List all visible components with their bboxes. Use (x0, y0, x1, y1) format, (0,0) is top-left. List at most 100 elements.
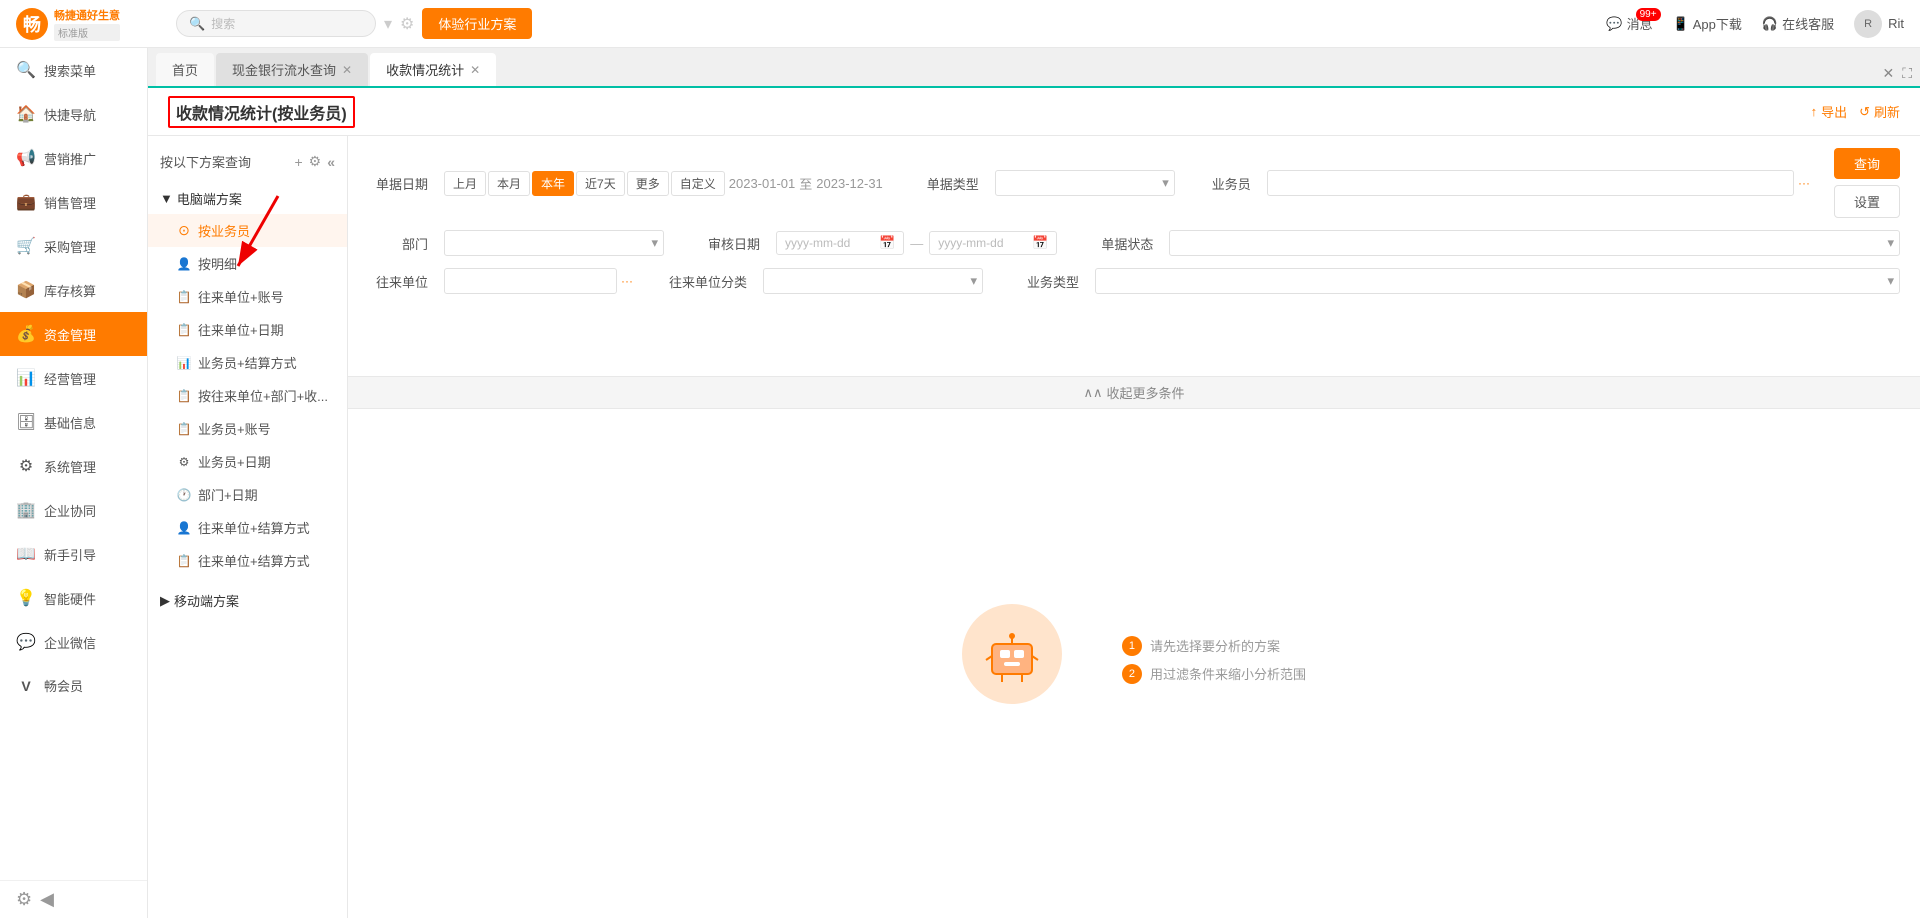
sidebar-item-wechat[interactable]: 💬 企业微信 (0, 620, 147, 664)
tab-receipt-stat[interactable]: 收款情况统计 ✕ (370, 53, 496, 86)
scheme-add-btn[interactable]: + (294, 154, 302, 170)
filter-row-1: 单据日期 上月 本月 本年 近7天 更多 自定义 2023- (368, 148, 1900, 218)
scheme-item-salesman-account[interactable]: 📋 业务员+账号 (148, 412, 347, 445)
scheme-group-pc-title[interactable]: ▼ 电脑端方案 (148, 183, 347, 214)
salesman-icon: ⊙ (176, 223, 192, 239)
set-button[interactable]: 设置 (1834, 185, 1900, 218)
search-icon: 🔍 (189, 16, 205, 32)
sidebar-item-label: 基础信息 (44, 413, 96, 432)
biz-type-select[interactable] (1095, 268, 1900, 294)
app-download-button[interactable]: 📱 App下载 (1673, 14, 1742, 33)
scheme-item-salesman-date[interactable]: ⚙ 业务员+日期 (148, 445, 347, 478)
date-label: 单据日期 (368, 174, 428, 193)
date-start: 2023-01-01 (729, 176, 796, 191)
scheme-group-mobile-title[interactable]: ▶ 移动端方案 (148, 585, 347, 616)
finance-icon: 💰 (16, 324, 36, 344)
bill-type-select[interactable] (995, 170, 1175, 196)
query-button[interactable]: 查询 (1834, 148, 1900, 179)
sidebar-item-search-menu[interactable]: 🔍 搜索菜单 (0, 48, 147, 92)
sidebar-item-quick-nav[interactable]: 🏠 快捷导航 (0, 92, 147, 136)
sidebar-item-inventory[interactable]: 📦 库存核算 (0, 268, 147, 312)
sidebar-settings-btn[interactable]: ⚙ (16, 889, 32, 910)
counterpart-input[interactable] (444, 268, 617, 294)
scheme-collapse-btn[interactable]: « (327, 154, 335, 170)
scheme-item-by-salesman[interactable]: ⊙ 按业务员 (148, 214, 347, 247)
date-tab-this-year[interactable]: 本年 (532, 171, 574, 196)
detail-icon: 👤 (176, 256, 192, 272)
sidebar-item-label: 系统管理 (44, 457, 96, 476)
sidebar-item-system[interactable]: ⚙ 系统管理 (0, 444, 147, 488)
sidebar-item-member[interactable]: V 畅会员 (0, 664, 147, 707)
scheme-settings-btn[interactable]: ⚙ (309, 153, 322, 170)
scheme-group-pc: ▼ 电脑端方案 ⊙ 按业务员 👤 按明细 📋 往来单位+账号 (148, 179, 347, 581)
top-search-bar[interactable]: 🔍 搜索 (176, 10, 376, 37)
sidebar-item-marketing[interactable]: 📢 营销推广 (0, 136, 147, 180)
sidebar-item-label: 畅会员 (44, 676, 83, 695)
date-tab-last7[interactable]: 近7天 (576, 171, 625, 196)
tab-home[interactable]: 首页 (156, 53, 214, 86)
scheme-item-unit-account[interactable]: 📋 往来单位+账号 (148, 280, 347, 313)
scheme-item-unit-date[interactable]: 📋 往来单位+日期 (148, 313, 347, 346)
online-service-button[interactable]: 🎧 在线客服 (1762, 14, 1834, 33)
message-button[interactable]: 💬 消息 99+ (1606, 14, 1652, 33)
scheme-item-unit-method1[interactable]: 👤 往来单位+结算方式 (148, 511, 347, 544)
filter-actions: 查询 设置 (1834, 148, 1900, 218)
dept-select[interactable] (444, 230, 664, 256)
audit-date-end[interactable] (938, 236, 1028, 250)
export-label: 导出 (1821, 102, 1847, 121)
refresh-button[interactable]: ↺ 刷新 (1859, 102, 1900, 121)
bill-status-select[interactable] (1169, 230, 1900, 256)
calendar-icon[interactable]: 📅 (879, 235, 895, 251)
audit-date-start[interactable] (785, 236, 875, 250)
page-header: 收款情况统计(按业务员) ↑ 导出 ↺ 刷新 (148, 88, 1920, 136)
sidebar-item-operation[interactable]: 📊 经营管理 (0, 356, 147, 400)
settings-icon[interactable]: ⚙ (400, 14, 414, 34)
scheme-item-salesman-method[interactable]: 📊 业务员+结算方式 (148, 346, 347, 379)
scheme-item-by-detail[interactable]: 👤 按明细 (148, 247, 347, 280)
salesman-more-link[interactable]: ··· (1798, 176, 1810, 190)
dept-date-icon: 🕐 (176, 487, 192, 503)
date-tab-last-month[interactable]: 上月 (444, 171, 486, 196)
salesman-input[interactable] (1267, 170, 1794, 196)
sidebar-item-label: 营销推广 (44, 149, 96, 168)
scheme-item-unit-dept-col[interactable]: 📋 按往来单位+部门+收... (148, 379, 347, 412)
sidebar-item-sales[interactable]: 💼 销售管理 (0, 180, 147, 224)
scheme-item-unit-method2[interactable]: 📋 往来单位+结算方式 (148, 544, 347, 577)
collapse-bar[interactable]: ∧∧ 收起更多条件 (348, 376, 1920, 409)
sidebar-item-corp[interactable]: 🏢 企业协同 (0, 488, 147, 532)
sidebar-item-basic[interactable]: 🗄 基础信息 (0, 400, 147, 444)
sales-icon: 💼 (16, 192, 36, 212)
collapse-label: 收起更多条件 (1107, 383, 1185, 402)
window-maximize-btn[interactable]: ⛶ (1902, 65, 1912, 82)
smart-icon: 💡 (16, 588, 36, 608)
tab-bank-flow-close[interactable]: ✕ (342, 63, 352, 77)
audit-date-start-wrap: 📅 (776, 231, 904, 255)
window-close-btn[interactable]: ✕ (1882, 65, 1894, 82)
tab-receipt-stat-close[interactable]: ✕ (470, 63, 480, 77)
user-area[interactable]: R Rit (1854, 10, 1904, 38)
sidebar-item-label: 企业协同 (44, 501, 96, 520)
sidebar-collapse-btn[interactable]: ◀ (40, 889, 54, 910)
export-button[interactable]: ↑ 导出 (1811, 102, 1848, 121)
date-tab-this-month[interactable]: 本月 (488, 171, 530, 196)
sidebar-item-label: 智能硬件 (44, 589, 96, 608)
sidebar-item-smart[interactable]: 💡 智能硬件 (0, 576, 147, 620)
user-avatar: R (1854, 10, 1882, 38)
trial-button[interactable]: 体验行业方案 (422, 8, 532, 39)
dropdown-icon[interactable]: ▾ (384, 14, 392, 34)
sidebar-item-finance[interactable]: 💰 资金管理 (0, 312, 147, 356)
calendar-end-icon[interactable]: 📅 (1032, 235, 1048, 251)
chevron-down-icon: ▼ (160, 191, 173, 206)
scheme-item-dept-date[interactable]: 🕐 部门+日期 (148, 478, 347, 511)
sidebar-item-purchase[interactable]: 🛒 采购管理 (0, 224, 147, 268)
date-tab-more[interactable]: 更多 (627, 171, 669, 196)
search-placeholder: 搜索 (211, 15, 235, 32)
dept-select-wrapper: ▾ (444, 230, 664, 256)
data-area: 1 请先选择要分析的方案 2 用过滤条件来缩小分析范围 (348, 409, 1920, 918)
counterpart-more-link[interactable]: ··· (621, 274, 633, 288)
empty-steps: 1 请先选择要分析的方案 2 用过滤条件来缩小分析范围 (1122, 636, 1306, 692)
date-tab-custom[interactable]: 自定义 (671, 171, 725, 196)
tab-bank-flow[interactable]: 现金银行流水查询 ✕ (216, 53, 368, 86)
sidebar-item-guide[interactable]: 📖 新手引导 (0, 532, 147, 576)
counterpart-type-select[interactable] (763, 268, 983, 294)
